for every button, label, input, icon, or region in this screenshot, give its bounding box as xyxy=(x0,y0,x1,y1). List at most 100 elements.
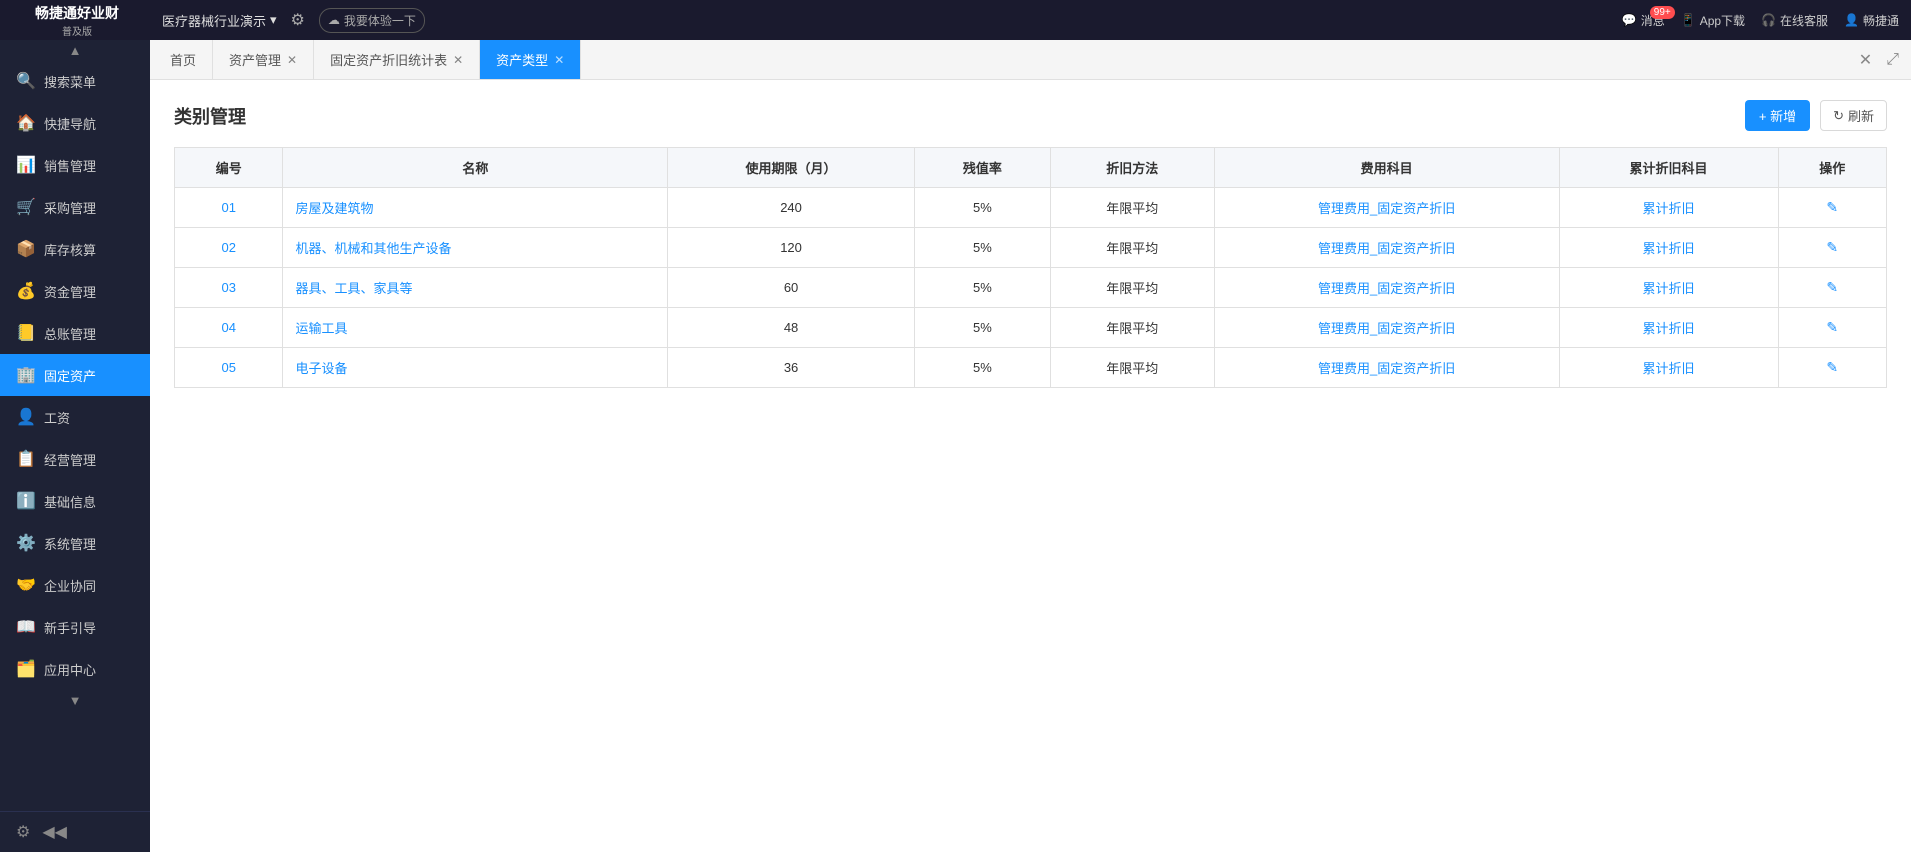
sidebar-item-basic-info[interactable]: ℹ️ 基础信息 xyxy=(0,480,150,522)
close-icon[interactable]: ✕ xyxy=(287,53,297,67)
experience-button[interactable]: ☁ 我要体验一下 xyxy=(319,8,425,33)
cell-code: 04 xyxy=(175,308,283,348)
edit-icon[interactable]: ✎ xyxy=(1826,239,1838,255)
edit-icon[interactable]: ✎ xyxy=(1826,319,1838,335)
close-icon[interactable]: ✕ xyxy=(453,53,463,67)
clipboard-icon: 📋 xyxy=(16,449,36,469)
user-item[interactable]: 👤 畅捷通 xyxy=(1844,12,1899,29)
maximize-button[interactable]: ⤢ xyxy=(1880,47,1905,73)
tab-asset-mgmt[interactable]: 资产管理 ✕ xyxy=(213,40,314,79)
edit-icon[interactable]: ✎ xyxy=(1826,199,1838,215)
cell-code: 02 xyxy=(175,228,283,268)
cell-residual: 5% xyxy=(914,188,1050,228)
settings-bottom-icon[interactable]: ⚙ xyxy=(16,822,30,842)
sidebar-item-quicknav[interactable]: 🏠 快捷导航 xyxy=(0,102,150,144)
money-icon: 💰 xyxy=(16,281,36,301)
tab-bar: 首页 资产管理 ✕ 固定资产折旧统计表 ✕ 资产类型 ✕ ✕ ⤢ xyxy=(150,40,1911,80)
sidebar-item-label: 工资 xyxy=(44,408,70,427)
sidebar-item-inventory[interactable]: 📦 库存核算 xyxy=(0,228,150,270)
logo-text: 畅捷通好业财 xyxy=(35,3,119,23)
home-icon: 🏠 xyxy=(16,113,36,133)
edit-icon[interactable]: ✎ xyxy=(1826,279,1838,295)
cell-method: 年限平均 xyxy=(1050,348,1214,388)
cell-code: 03 xyxy=(175,268,283,308)
col-header-actions: 操作 xyxy=(1778,148,1886,188)
sidebar-item-funds[interactable]: 💰 资金管理 xyxy=(0,270,150,312)
cell-actions: ✎ xyxy=(1778,308,1886,348)
new-button[interactable]: + 新增 xyxy=(1745,100,1810,131)
sidebar-item-label: 经营管理 xyxy=(44,450,96,469)
sidebar-item-label: 企业协同 xyxy=(44,576,96,595)
cell-accum-account: 累计折旧 xyxy=(1559,348,1778,388)
sidebar-item-system[interactable]: ⚙️ 系统管理 xyxy=(0,522,150,564)
sidebar: ▲ 🔍 搜索菜单 🏠 快捷导航 📊 销售管理 🛒 采购管理 📦 库存核算 💰 资… xyxy=(0,40,150,852)
page-actions: + 新增 ↻ 刷新 xyxy=(1745,100,1887,131)
cell-method: 年限平均 xyxy=(1050,228,1214,268)
cell-expense-account: 管理费用_固定资产折旧 xyxy=(1214,308,1559,348)
person-icon: 👤 xyxy=(16,407,36,427)
sidebar-scroll-up[interactable]: ▲ xyxy=(0,40,150,60)
content-area: 首页 资产管理 ✕ 固定资产折旧统计表 ✕ 资产类型 ✕ ✕ ⤢ 类别管理 xyxy=(150,40,1911,852)
sidebar-item-label: 快捷导航 xyxy=(44,114,96,133)
sidebar-item-label: 资金管理 xyxy=(44,282,96,301)
table-row: 04 运输工具 48 5% 年限平均 管理费用_固定资产折旧 累计折旧 ✎ xyxy=(175,308,1887,348)
sidebar-item-purchase[interactable]: 🛒 采购管理 xyxy=(0,186,150,228)
company-selector[interactable]: 医疗器械行业演示 ▾ xyxy=(162,11,277,30)
col-header-name: 名称 xyxy=(283,148,668,188)
grid-icon: 🗂️ xyxy=(16,659,36,679)
refresh-icon: ↻ xyxy=(1833,108,1844,124)
tab-asset-type[interactable]: 资产类型 ✕ xyxy=(480,40,581,79)
cell-expense-account: 管理费用_固定资产折旧 xyxy=(1214,228,1559,268)
tab-depreciation[interactable]: 固定资产折旧统计表 ✕ xyxy=(314,40,480,79)
cloud-icon: ☁ xyxy=(328,13,340,27)
sidebar-item-enterprise[interactable]: 🤝 企业协同 xyxy=(0,564,150,606)
cell-residual: 5% xyxy=(914,228,1050,268)
cell-expense-account: 管理费用_固定资产折旧 xyxy=(1214,188,1559,228)
settings-icon[interactable]: ⚙ xyxy=(285,8,311,32)
sidebar-item-label: 搜索菜单 xyxy=(44,72,96,91)
cell-method: 年限平均 xyxy=(1050,268,1214,308)
cart-icon: 🛒 xyxy=(16,197,36,217)
sidebar-item-operations[interactable]: 📋 经营管理 xyxy=(0,438,150,480)
sidebar-item-sales[interactable]: 📊 销售管理 xyxy=(0,144,150,186)
table-row: 03 器具、工具、家具等 60 5% 年限平均 管理费用_固定资产折旧 累计折旧… xyxy=(175,268,1887,308)
col-header-residual: 残值率 xyxy=(914,148,1050,188)
cell-actions: ✎ xyxy=(1778,348,1886,388)
close-window-button[interactable]: ✕ xyxy=(1853,46,1878,74)
cell-period: 240 xyxy=(668,188,915,228)
handshake-icon: 🤝 xyxy=(16,575,36,595)
sidebar-item-ledger[interactable]: 📒 总账管理 xyxy=(0,312,150,354)
close-icon[interactable]: ✕ xyxy=(554,53,564,67)
online-service-item[interactable]: 🎧 在线客服 xyxy=(1761,12,1828,29)
edit-icon[interactable]: ✎ xyxy=(1826,359,1838,375)
asset-type-table: 编号 名称 使用期限（月） 残值率 折旧方法 费用科目 累计折旧科目 操作 01… xyxy=(174,147,1887,388)
company-name: 医疗器械行业演示 xyxy=(162,11,266,30)
sidebar-item-search[interactable]: 🔍 搜索菜单 xyxy=(0,60,150,102)
col-header-expense: 费用科目 xyxy=(1214,148,1559,188)
cell-period: 36 xyxy=(668,348,915,388)
top-bar-right: 💬 消息 99+ 📱 App下载 🎧 在线客服 👤 畅捷通 xyxy=(1622,12,1899,29)
search-icon: 🔍 xyxy=(16,71,36,91)
cell-method: 年限平均 xyxy=(1050,308,1214,348)
table-row: 05 电子设备 36 5% 年限平均 管理费用_固定资产折旧 累计折旧 ✎ xyxy=(175,348,1887,388)
sidebar-item-app-center[interactable]: 🗂️ 应用中心 xyxy=(0,648,150,690)
sidebar-scroll-down[interactable]: ▼ xyxy=(0,690,150,710)
sidebar-item-guide[interactable]: 📖 新手引导 xyxy=(0,606,150,648)
collapse-icon[interactable]: ◀◀ xyxy=(42,822,67,842)
app-logo: 畅捷通好业财 普及版 xyxy=(12,3,142,38)
message-item[interactable]: 💬 消息 99+ xyxy=(1622,12,1665,29)
page-header: 类别管理 + 新增 ↻ 刷新 xyxy=(174,100,1887,131)
refresh-button[interactable]: ↻ 刷新 xyxy=(1820,100,1887,131)
sidebar-item-fixed-assets[interactable]: 🏢 固定资产 xyxy=(0,354,150,396)
cell-accum-account: 累计折旧 xyxy=(1559,268,1778,308)
sidebar-bottom: ⚙ ◀◀ xyxy=(0,811,150,852)
sidebar-item-label: 销售管理 xyxy=(44,156,96,175)
sidebar-item-salary[interactable]: 👤 工资 xyxy=(0,396,150,438)
col-header-code: 编号 xyxy=(175,148,283,188)
tab-bar-actions: ✕ ⤢ xyxy=(1853,46,1911,74)
phone-icon: 📱 xyxy=(1681,13,1696,27)
table-row: 01 房屋及建筑物 240 5% 年限平均 管理费用_固定资产折旧 累计折旧 ✎ xyxy=(175,188,1887,228)
tab-home[interactable]: 首页 xyxy=(150,40,213,79)
app-download-item[interactable]: 📱 App下载 xyxy=(1681,12,1745,29)
top-bar-center: 医疗器械行业演示 ▾ ⚙ ☁ 我要体验一下 xyxy=(142,8,1622,33)
